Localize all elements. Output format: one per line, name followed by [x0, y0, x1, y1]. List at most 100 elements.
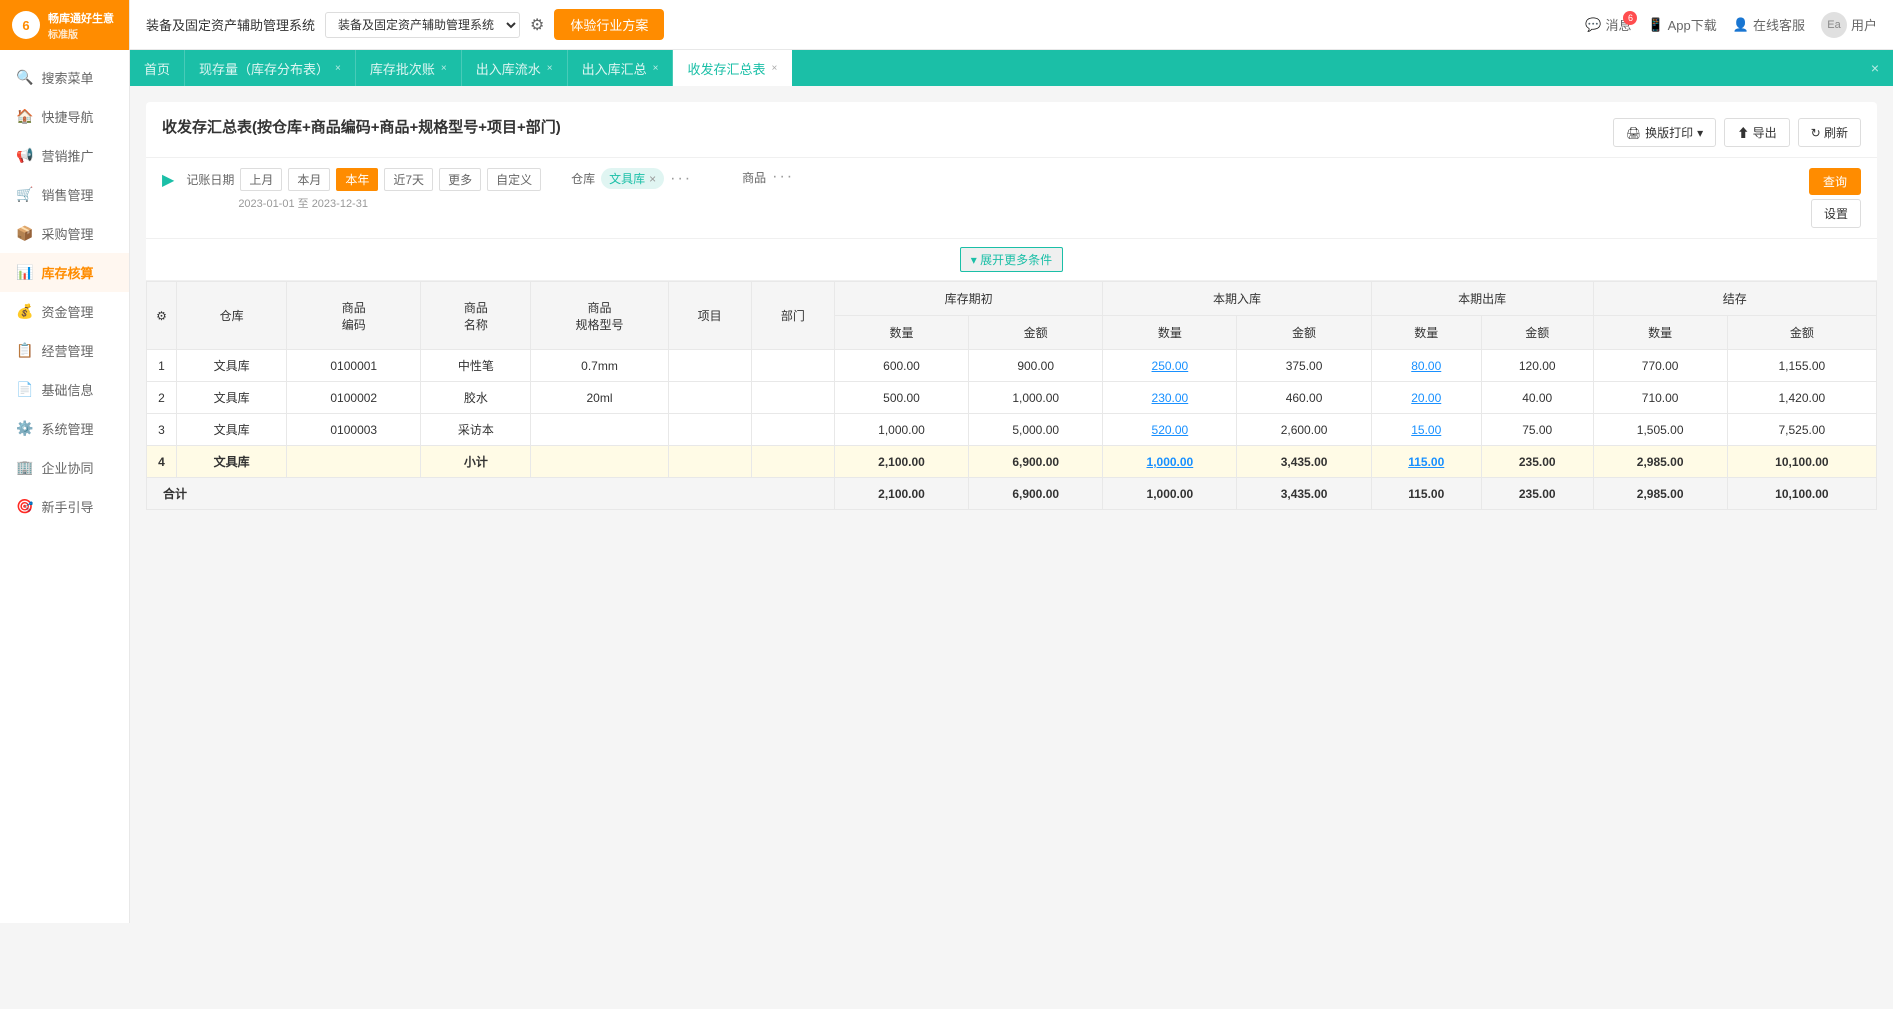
subtotal-row: 4 文具库 小计 2,100.00 6,900.00 1,000.00 3,43… [147, 446, 1877, 478]
app-download-item[interactable]: 📱 App下载 [1647, 15, 1716, 34]
row-bal-qty: 1,505.00 [1593, 414, 1727, 446]
inventory-icon: 📊 [16, 264, 33, 281]
row-out-qty[interactable]: 15.00 [1371, 414, 1481, 446]
total-init-qty: 2,100.00 [834, 478, 968, 510]
subtotal-project [668, 446, 751, 478]
filter-collapse-icon[interactable]: ▶ [162, 170, 174, 190]
row-out-amt: 40.00 [1481, 382, 1593, 414]
tab-bar-close-icon[interactable]: × [1857, 50, 1893, 86]
tab-close-icon[interactable]: × [441, 63, 447, 74]
date-btn-this-month[interactable]: 本月 [288, 168, 330, 191]
system-icon: ⚙️ [16, 420, 33, 437]
row-in-amt: 460.00 [1237, 382, 1371, 414]
row-out-qty[interactable]: 20.00 [1371, 382, 1481, 414]
tab-close-icon[interactable]: × [653, 63, 659, 74]
sidebar-item-marketing[interactable]: 📢 营销推广 [0, 136, 129, 175]
subtotal-warehouse: 文具库 [177, 446, 287, 478]
warehouse-more-icon[interactable]: ··· [670, 170, 692, 188]
row-init-qty: 500.00 [834, 382, 968, 414]
sidebar-item-sales[interactable]: 🛒 销售管理 [0, 175, 129, 214]
date-range-display: 2023-01-01 至 2023-12-31 [238, 195, 541, 211]
tab-label: 收发存汇总表 [687, 59, 765, 78]
finance-icon: 💰 [16, 303, 33, 320]
tab-close-icon[interactable]: × [335, 63, 341, 74]
export-button[interactable]: ⬆ 导出 [1724, 118, 1789, 147]
basic-info-icon: 📄 [16, 381, 33, 398]
table-container: ⚙ 仓库 商品编码 商品名称 商品规格型号 项目 部门 库存期初 本期入库 本期… [146, 281, 1877, 510]
row-init-qty: 600.00 [834, 350, 968, 382]
sidebar-item-finance[interactable]: 💰 资金管理 [0, 292, 129, 331]
user-item[interactable]: Ea 用户 [1821, 12, 1877, 38]
tab-close-icon[interactable]: × [771, 63, 777, 74]
tab-inventory-dist[interactable]: 现存量（库存分布表） × [185, 50, 356, 86]
subtotal-bal-amt: 10,100.00 [1727, 446, 1876, 478]
settings-icon[interactable]: ⚙ [530, 15, 544, 35]
subtotal-in-qty[interactable]: 1,000.00 [1103, 446, 1237, 478]
tab-inout-flow[interactable]: 出入库流水 × [462, 50, 568, 86]
row-no: 3 [147, 414, 177, 446]
date-btn-custom[interactable]: 自定义 [487, 168, 541, 191]
app-select[interactable]: 装备及固定资产辅助管理系统 [325, 12, 520, 38]
col-warehouse-header: 仓库 [177, 282, 287, 350]
row-warehouse: 文具库 [177, 414, 287, 446]
subtotal-init-amt: 6,900.00 [969, 446, 1103, 478]
subtotal-bal-qty: 2,985.00 [1593, 446, 1727, 478]
tab-home[interactable]: 首页 [130, 50, 185, 86]
date-btn-last-month[interactable]: 上月 [240, 168, 282, 191]
logo-icon: 6 [12, 11, 40, 39]
sidebar-item-label: 企业协同 [41, 458, 93, 477]
row-project [668, 350, 751, 382]
sidebar-item-operation[interactable]: 📋 经营管理 [0, 331, 129, 370]
expand-conditions-button[interactable]: ▾ 展开更多条件 [960, 247, 1063, 272]
sidebar-item-label: 营销推广 [41, 146, 93, 165]
row-dept [751, 414, 834, 446]
date-btn-7days[interactable]: 近7天 [384, 168, 433, 191]
query-button[interactable]: 查询 [1809, 168, 1861, 195]
tab-inout-summary[interactable]: 出入库汇总 × [568, 50, 674, 86]
row-bal-qty: 710.00 [1593, 382, 1727, 414]
sidebar-item-enterprise[interactable]: 🏢 企业协同 [0, 448, 129, 487]
row-in-qty[interactable]: 230.00 [1103, 382, 1237, 414]
export-icon: ⬆ [1737, 126, 1749, 140]
col-name-header: 商品名称 [421, 282, 531, 350]
col-spec-header: 商品规格型号 [531, 282, 668, 350]
logo-text: 畅库通好生意 标准版 [48, 10, 114, 41]
sidebar-item-quick-nav[interactable]: 🏠 快捷导航 [0, 97, 129, 136]
chevron-down-icon: ▾ [1697, 126, 1703, 140]
table-row: 3 文具库 0100003 采访本 1,000.00 5,000.00 520.… [147, 414, 1877, 446]
sidebar-item-search[interactable]: 🔍 搜索菜单 [0, 58, 129, 97]
sidebar-item-system[interactable]: ⚙️ 系统管理 [0, 409, 129, 448]
try-button[interactable]: 体验行业方案 [554, 9, 664, 40]
row-in-qty[interactable]: 250.00 [1103, 350, 1237, 382]
row-in-qty[interactable]: 520.00 [1103, 414, 1237, 446]
row-warehouse: 文具库 [177, 382, 287, 414]
sidebar-item-newbie[interactable]: 🎯 新手引导 [0, 487, 129, 526]
print-button[interactable]: 🖨 换版打印 ▾ [1613, 118, 1716, 147]
tab-batch-ledger[interactable]: 库存批次账 × [356, 50, 462, 86]
warehouse-tag-remove[interactable]: × [649, 172, 656, 186]
row-out-amt: 120.00 [1481, 350, 1593, 382]
sidebar-item-purchase[interactable]: 📦 采购管理 [0, 214, 129, 253]
row-out-qty[interactable]: 80.00 [1371, 350, 1481, 382]
col-in-qty-header: 数量 [1103, 316, 1237, 350]
sidebar-item-basic-info[interactable]: 📄 基础信息 [0, 370, 129, 409]
row-name: 胶水 [421, 382, 531, 414]
topbar: 装备及固定资产辅助管理系统 装备及固定资产辅助管理系统 ⚙ 体验行业方案 💬 消… [130, 0, 1893, 50]
col-settings-header[interactable]: ⚙ [147, 282, 177, 350]
subtotal-out-qty[interactable]: 115.00 [1371, 446, 1481, 478]
date-btn-this-year[interactable]: 本年 [336, 168, 378, 191]
sidebar-item-inventory[interactable]: 📊 库存核算 [0, 253, 129, 292]
sidebar-item-label: 快捷导航 [41, 107, 93, 126]
subtotal-code [287, 446, 421, 478]
tab-close-icon[interactable]: × [547, 63, 553, 74]
notification-item[interactable]: 💬 消息 6 [1585, 15, 1631, 34]
settings-button[interactable]: 设置 [1811, 199, 1861, 228]
online-service-item[interactable]: 👤 在线客服 [1733, 15, 1805, 34]
date-btn-more[interactable]: 更多 [439, 168, 481, 191]
tab-recv-send-summary[interactable]: 收发存汇总表 × [673, 50, 792, 86]
refresh-button[interactable]: ↻ 刷新 [1798, 118, 1861, 147]
row-bal-amt: 7,525.00 [1727, 414, 1876, 446]
goods-more-icon[interactable]: ··· [772, 168, 794, 186]
row-spec [531, 414, 668, 446]
col-in-amt-header: 金额 [1237, 316, 1371, 350]
